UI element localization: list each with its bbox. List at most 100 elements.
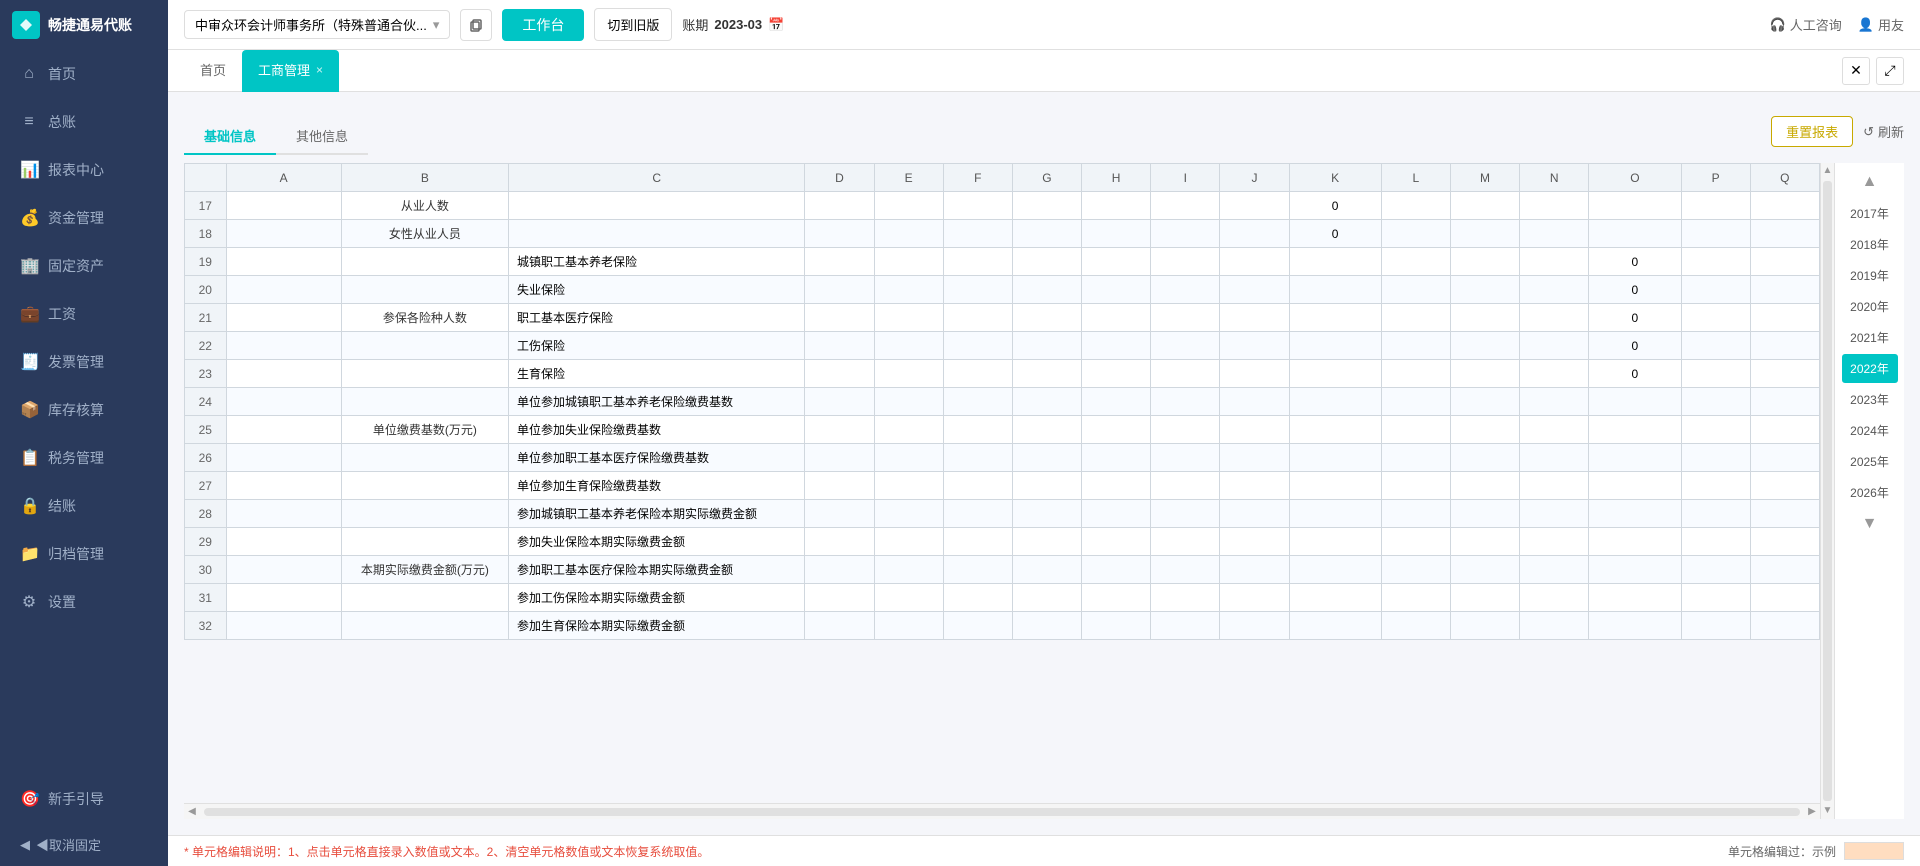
cell-col-6[interactable]: [1012, 360, 1081, 388]
cell-k[interactable]: [1289, 528, 1381, 556]
cell-c[interactable]: [508, 220, 804, 248]
cell-col-7[interactable]: [1082, 248, 1151, 276]
cell-ln-2[interactable]: [1520, 556, 1589, 584]
sidebar-item-closing[interactable]: 🔒结账: [0, 482, 168, 530]
cell-col-4[interactable]: [874, 472, 943, 500]
cell-col-5[interactable]: [943, 276, 1012, 304]
cell-ln-0[interactable]: [1381, 276, 1450, 304]
cell-col-9[interactable]: [1220, 248, 1289, 276]
cell-ln-1[interactable]: [1450, 276, 1519, 304]
cell-c[interactable]: 参加职工基本医疗保险本期实际缴费金额: [508, 556, 804, 584]
cell-ln-1[interactable]: [1450, 612, 1519, 640]
reset-report-button[interactable]: 重置报表: [1771, 116, 1853, 147]
cell-col-3[interactable]: [805, 304, 874, 332]
cell-col-8[interactable]: [1151, 220, 1220, 248]
sidebar-item-finance[interactable]: 💰资金管理: [0, 194, 168, 242]
cell-col-8[interactable]: [1151, 416, 1220, 444]
cell-a[interactable]: [226, 248, 341, 276]
cell-col-3[interactable]: [805, 192, 874, 220]
cell-pq-0[interactable]: [1681, 500, 1750, 528]
year-item-2021年[interactable]: 2021年: [1842, 323, 1898, 352]
cell-col-9[interactable]: [1220, 192, 1289, 220]
cell-col-3[interactable]: [805, 220, 874, 248]
cell-b[interactable]: [341, 276, 508, 304]
cell-pq-1[interactable]: [1750, 276, 1819, 304]
cell-ln-2[interactable]: [1520, 388, 1589, 416]
cell-ln-2[interactable]: [1520, 584, 1589, 612]
year-up-arrow[interactable]: ▲: [1835, 167, 1904, 197]
cell-col-9[interactable]: [1220, 416, 1289, 444]
cell-ln-1[interactable]: [1450, 500, 1519, 528]
cell-col-7[interactable]: [1082, 612, 1151, 640]
cell-k[interactable]: [1289, 444, 1381, 472]
user-service-button[interactable]: 🎧 人工咨询: [1770, 15, 1842, 34]
cell-ln-1[interactable]: [1450, 388, 1519, 416]
cell-col-3[interactable]: [805, 416, 874, 444]
cell-col-5[interactable]: [943, 472, 1012, 500]
cell-col-3[interactable]: [805, 472, 874, 500]
cell-k[interactable]: [1289, 332, 1381, 360]
cell-c[interactable]: 职工基本医疗保险: [508, 304, 804, 332]
cell-a[interactable]: [226, 444, 341, 472]
cell-col-5[interactable]: [943, 388, 1012, 416]
expand-tab-button[interactable]: ⤢: [1876, 57, 1904, 85]
tab-industrial[interactable]: 工商管理 ×: [242, 50, 339, 92]
cell-col-7[interactable]: [1082, 332, 1151, 360]
cell-pq-1[interactable]: [1750, 472, 1819, 500]
cell-col-9[interactable]: [1220, 500, 1289, 528]
year-item-2024年[interactable]: 2024年: [1842, 416, 1898, 445]
cell-col-5[interactable]: [943, 500, 1012, 528]
cell-o[interactable]: [1589, 528, 1681, 556]
cell-col-3[interactable]: [805, 528, 874, 556]
cell-pq-1[interactable]: [1750, 332, 1819, 360]
tab-close-icon[interactable]: ×: [316, 63, 323, 77]
year-item-2023年[interactable]: 2023年: [1842, 385, 1898, 414]
cell-col-4[interactable]: [874, 220, 943, 248]
cell-col-5[interactable]: [943, 416, 1012, 444]
close-tab-button[interactable]: ✕: [1842, 57, 1870, 85]
vertical-scrollbar[interactable]: ▲ ▼: [1820, 163, 1834, 819]
cell-a[interactable]: [226, 192, 341, 220]
cell-o[interactable]: [1589, 556, 1681, 584]
cell-pq-1[interactable]: [1750, 584, 1819, 612]
cell-col-6[interactable]: [1012, 388, 1081, 416]
cell-col-3[interactable]: [805, 500, 874, 528]
cell-ln-0[interactable]: [1381, 528, 1450, 556]
tab-other-info[interactable]: 其他信息: [276, 118, 368, 155]
cell-col-6[interactable]: [1012, 192, 1081, 220]
cell-col-3[interactable]: [805, 248, 874, 276]
cell-col-8[interactable]: [1151, 444, 1220, 472]
sidebar-item-home[interactable]: ⌂首页: [0, 50, 168, 98]
cell-col-7[interactable]: [1082, 584, 1151, 612]
cell-a[interactable]: [226, 584, 341, 612]
cell-col-5[interactable]: [943, 304, 1012, 332]
cell-a[interactable]: [226, 276, 341, 304]
horizontal-scrollbar[interactable]: ◀ ▶: [184, 803, 1820, 819]
cell-ln-1[interactable]: [1450, 360, 1519, 388]
cell-b[interactable]: [341, 248, 508, 276]
cell-col-6[interactable]: [1012, 248, 1081, 276]
cell-pq-0[interactable]: [1681, 332, 1750, 360]
cell-col-6[interactable]: [1012, 444, 1081, 472]
cell-o[interactable]: [1589, 416, 1681, 444]
cell-c[interactable]: 失业保险: [508, 276, 804, 304]
cell-col-3[interactable]: [805, 584, 874, 612]
cell-pq-1[interactable]: [1750, 528, 1819, 556]
cell-col-9[interactable]: [1220, 304, 1289, 332]
cell-c[interactable]: 参加生育保险本期实际缴费金额: [508, 612, 804, 640]
user-avatar[interactable]: 👤 用友: [1858, 15, 1904, 34]
spreadsheet-scroll[interactable]: ABCDEFGHIJKLMNOPQ 17从业人数018女性从业人员019城镇职工…: [184, 163, 1820, 803]
cell-pq-0[interactable]: [1681, 248, 1750, 276]
cell-col-6[interactable]: [1012, 528, 1081, 556]
sidebar-item-new-user[interactable]: 🎯 新手引导: [0, 775, 168, 823]
cell-b[interactable]: [341, 612, 508, 640]
cell-col-7[interactable]: [1082, 444, 1151, 472]
cell-col-9[interactable]: [1220, 472, 1289, 500]
year-item-2019年[interactable]: 2019年: [1842, 261, 1898, 290]
cell-ln-0[interactable]: [1381, 612, 1450, 640]
cell-col-3[interactable]: [805, 612, 874, 640]
cell-c[interactable]: 单位参加失业保险缴费基数: [508, 416, 804, 444]
cell-col-8[interactable]: [1151, 276, 1220, 304]
cell-b[interactable]: [341, 500, 508, 528]
cell-ln-1[interactable]: [1450, 472, 1519, 500]
